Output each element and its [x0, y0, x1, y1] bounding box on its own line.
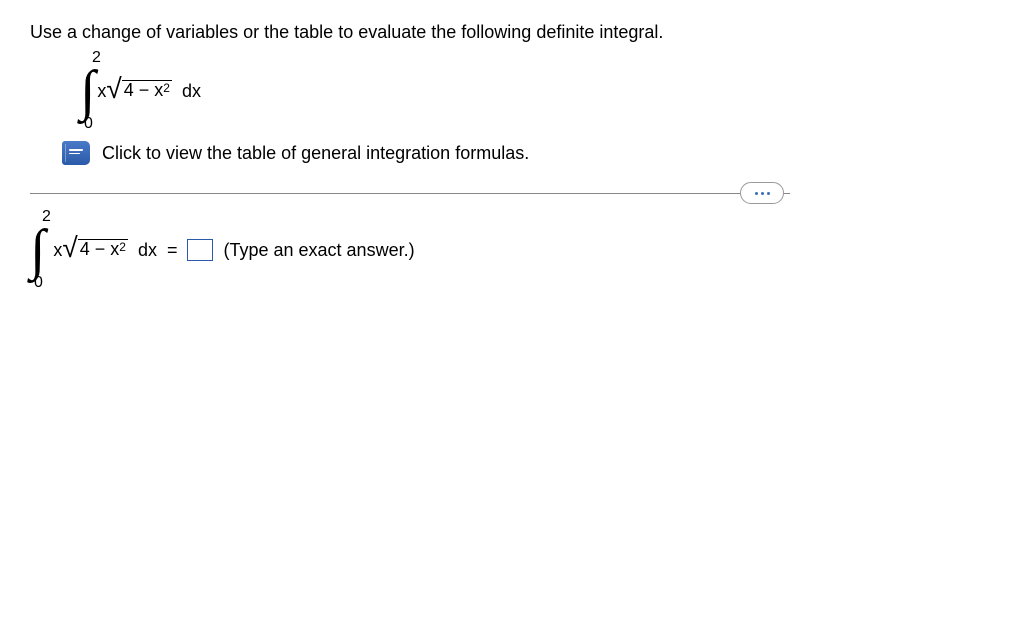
- differential-dx: dx: [182, 81, 201, 102]
- answer-integral-symbol: 2 ∫ 0: [30, 222, 45, 278]
- divider-row: [30, 193, 994, 194]
- more-options-button[interactable]: [740, 182, 784, 204]
- upper-limit: 2: [92, 49, 101, 67]
- integral-symbol: 2 ∫ 0: [80, 63, 95, 119]
- divider-line: [30, 193, 790, 194]
- table-link-row[interactable]: Click to view the table of general integ…: [62, 141, 994, 165]
- integral-expression: 2 ∫ 0 x √ 4 − x 2 dx: [80, 63, 994, 119]
- answer-exponent-2: 2: [119, 241, 126, 254]
- exponent-2: 2: [163, 82, 170, 95]
- integrand: x √ 4 − x 2 dx: [97, 77, 201, 105]
- sqrt-expression: √ 4 − x 2: [106, 77, 172, 105]
- answer-differential-dx: dx: [138, 240, 157, 261]
- table-link-text[interactable]: Click to view the table of general integ…: [102, 143, 529, 164]
- book-icon: [62, 141, 90, 165]
- answer-input[interactable]: [187, 239, 213, 261]
- answer-var-x: x: [53, 240, 62, 261]
- question-prompt: Use a change of variables or the table t…: [30, 20, 994, 45]
- answer-var-x2: x: [110, 240, 119, 260]
- var-x: x: [97, 81, 106, 102]
- answer-upper-limit: 2: [42, 208, 51, 226]
- lower-limit: 0: [84, 115, 93, 133]
- answer-integrand: x √ 4 − x 2 dx: [53, 236, 157, 264]
- constant-4: 4: [124, 81, 134, 101]
- var-x2: x: [154, 81, 163, 101]
- answer-hint: (Type an exact answer.): [223, 240, 414, 261]
- answer-sqrt-expression: √ 4 − x 2: [62, 236, 128, 264]
- answer-row: 2 ∫ 0 x √ 4 − x 2 dx = (Type an exact an…: [30, 222, 994, 278]
- equals-sign: =: [167, 240, 178, 261]
- answer-constant-4: 4: [80, 240, 90, 260]
- answer-lower-limit: 0: [34, 274, 43, 292]
